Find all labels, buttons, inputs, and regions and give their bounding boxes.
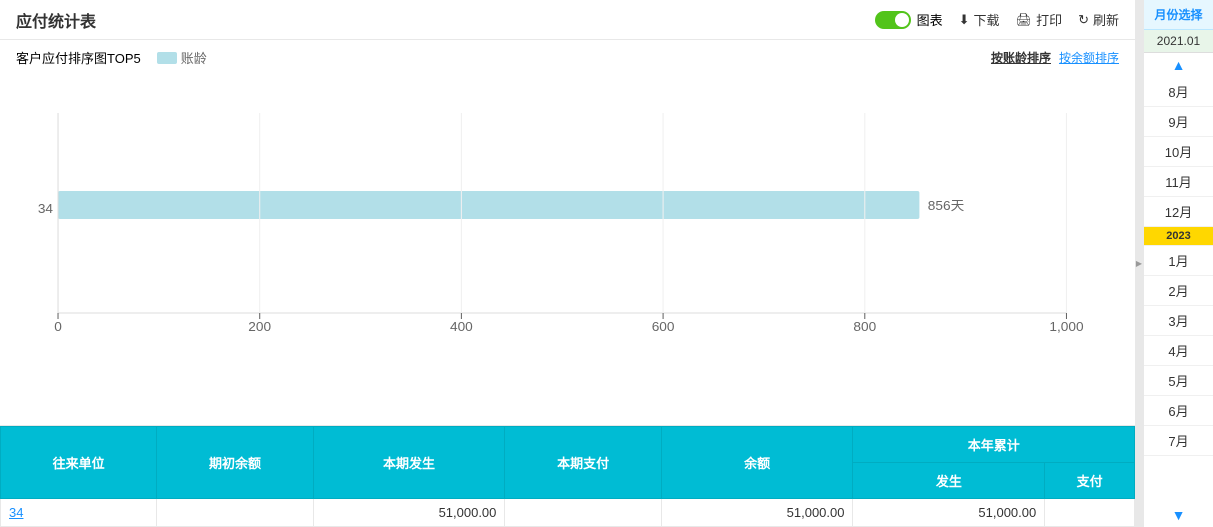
data-table: 往来单位 期初余额 本期发生 本期支付 余额 本年累计 发生 支付 34 (0, 426, 1135, 527)
sidebar: 月份选择 2021.01 ▲ 8月 9月 10月 11月 12月 2023 1月… (1143, 0, 1213, 527)
svg-text:34: 34 (38, 201, 54, 216)
chart-wrapper: 34 856天 0 (16, 75, 1119, 417)
sidebar-month-10[interactable]: 10月 (1144, 137, 1213, 167)
chart-svg: 34 856天 0 (16, 83, 1119, 343)
svg-text:600: 600 (652, 319, 675, 334)
content-area: 应付统计表 图表 ⬇ 下载 🖨 打印 ↻ 刷新 (0, 0, 1135, 527)
chart-section: 客户应付排序图TOP5 账龄 按账龄排序 按余额排序 34 (0, 40, 1135, 425)
td-current-payment (505, 499, 661, 527)
divider (1135, 0, 1143, 527)
chart-legend: 客户应付排序图TOP5 账龄 (16, 48, 207, 67)
sidebar-month-11[interactable]: 11月 (1144, 167, 1213, 197)
table-section: 往来单位 期初余额 本期发生 本期支付 余额 本年累计 发生 支付 34 (0, 425, 1135, 527)
sort-by-amount-btn[interactable]: 按余额排序 (1059, 49, 1119, 66)
th-ytd-payment: 支付 (1045, 463, 1135, 499)
refresh-label: 刷新 (1093, 10, 1119, 29)
chart-title: 客户应付排序图TOP5 (16, 48, 141, 67)
chart-header: 客户应付排序图TOP5 账龄 按账龄排序 按余额排序 (16, 48, 1119, 67)
svg-text:1,000: 1,000 (1049, 319, 1083, 334)
sidebar-month-2[interactable]: 2月 (1144, 276, 1213, 306)
sidebar-year-label: 2021.01 (1144, 30, 1213, 53)
nav-down-arrow[interactable]: ▼ (1144, 503, 1213, 527)
header: 应付统计表 图表 ⬇ 下载 🖨 打印 ↻ 刷新 (0, 0, 1135, 40)
chart-toggle-group: 图表 (875, 10, 943, 29)
page-title: 应付统计表 (16, 8, 96, 32)
main-container: 应付统计表 图表 ⬇ 下载 🖨 打印 ↻ 刷新 (0, 0, 1213, 527)
refresh-button[interactable]: ↻ 刷新 (1078, 10, 1119, 29)
td-unit[interactable]: 34 (1, 499, 157, 527)
sidebar-month-7[interactable]: 7月 (1144, 426, 1213, 456)
download-icon: ⬇ (959, 12, 970, 28)
table-row: 34 51,000.00 51,000.00 51,000.00 (1, 499, 1135, 527)
chart-toggle[interactable] (875, 11, 911, 29)
th-unit: 往来单位 (1, 427, 157, 499)
th-ytd-occurrence: 发生 (853, 463, 1045, 499)
legend-color-box (157, 52, 177, 64)
sort-buttons: 按账龄排序 按余额排序 (991, 49, 1119, 66)
th-ytd: 本年累计 (853, 427, 1135, 463)
sidebar-month-4[interactable]: 4月 (1144, 336, 1213, 366)
td-current-occurrence: 51,000.00 (313, 499, 505, 527)
svg-text:856天: 856天 (928, 198, 964, 213)
sidebar-month-5[interactable]: 5月 (1144, 366, 1213, 396)
legend-item: 账龄 (157, 48, 207, 67)
nav-up-arrow[interactable]: ▲ (1144, 53, 1213, 77)
td-ytd-payment (1045, 499, 1135, 527)
legend-label: 账龄 (181, 48, 207, 67)
sort-by-balance-btn[interactable]: 按账龄排序 (991, 49, 1051, 66)
th-current-payment: 本期支付 (505, 427, 661, 499)
download-button[interactable]: ⬇ 下载 (959, 10, 1000, 29)
sidebar-month-8[interactable]: 8月 (1144, 77, 1213, 107)
print-icon: 🖨 (1016, 12, 1033, 28)
header-actions: 图表 ⬇ 下载 🖨 打印 ↻ 刷新 (875, 10, 1119, 29)
th-opening-balance: 期初余额 (157, 427, 313, 499)
sidebar-header: 月份选择 (1144, 0, 1213, 30)
th-balance: 余额 (661, 427, 853, 499)
sidebar-month-9[interactable]: 9月 (1144, 107, 1213, 137)
svg-text:0: 0 (54, 319, 62, 334)
print-label: 打印 (1036, 10, 1062, 29)
sidebar-month-3[interactable]: 3月 (1144, 306, 1213, 336)
td-opening-balance (157, 499, 313, 527)
th-current-occurrence: 本期发生 (313, 427, 505, 499)
sidebar-month-12[interactable]: 12月 (1144, 197, 1213, 227)
td-balance: 51,000.00 (661, 499, 853, 527)
sidebar-year-2023[interactable]: 2023 (1144, 227, 1213, 246)
sidebar-month-6[interactable]: 6月 (1144, 396, 1213, 426)
refresh-icon: ↻ (1078, 12, 1089, 28)
print-button[interactable]: 🖨 打印 (1016, 10, 1063, 29)
chart-toggle-label: 图表 (917, 10, 943, 29)
svg-text:400: 400 (450, 319, 473, 334)
svg-text:800: 800 (853, 319, 876, 334)
svg-text:200: 200 (248, 319, 271, 334)
sidebar-scroll: 8月 9月 10月 11月 12月 2023 1月 2月 3月 4月 5月 6月… (1144, 77, 1213, 503)
td-ytd-occurrence: 51,000.00 (853, 499, 1045, 527)
download-label: 下载 (974, 10, 1000, 29)
sidebar-month-1[interactable]: 1月 (1144, 246, 1213, 276)
